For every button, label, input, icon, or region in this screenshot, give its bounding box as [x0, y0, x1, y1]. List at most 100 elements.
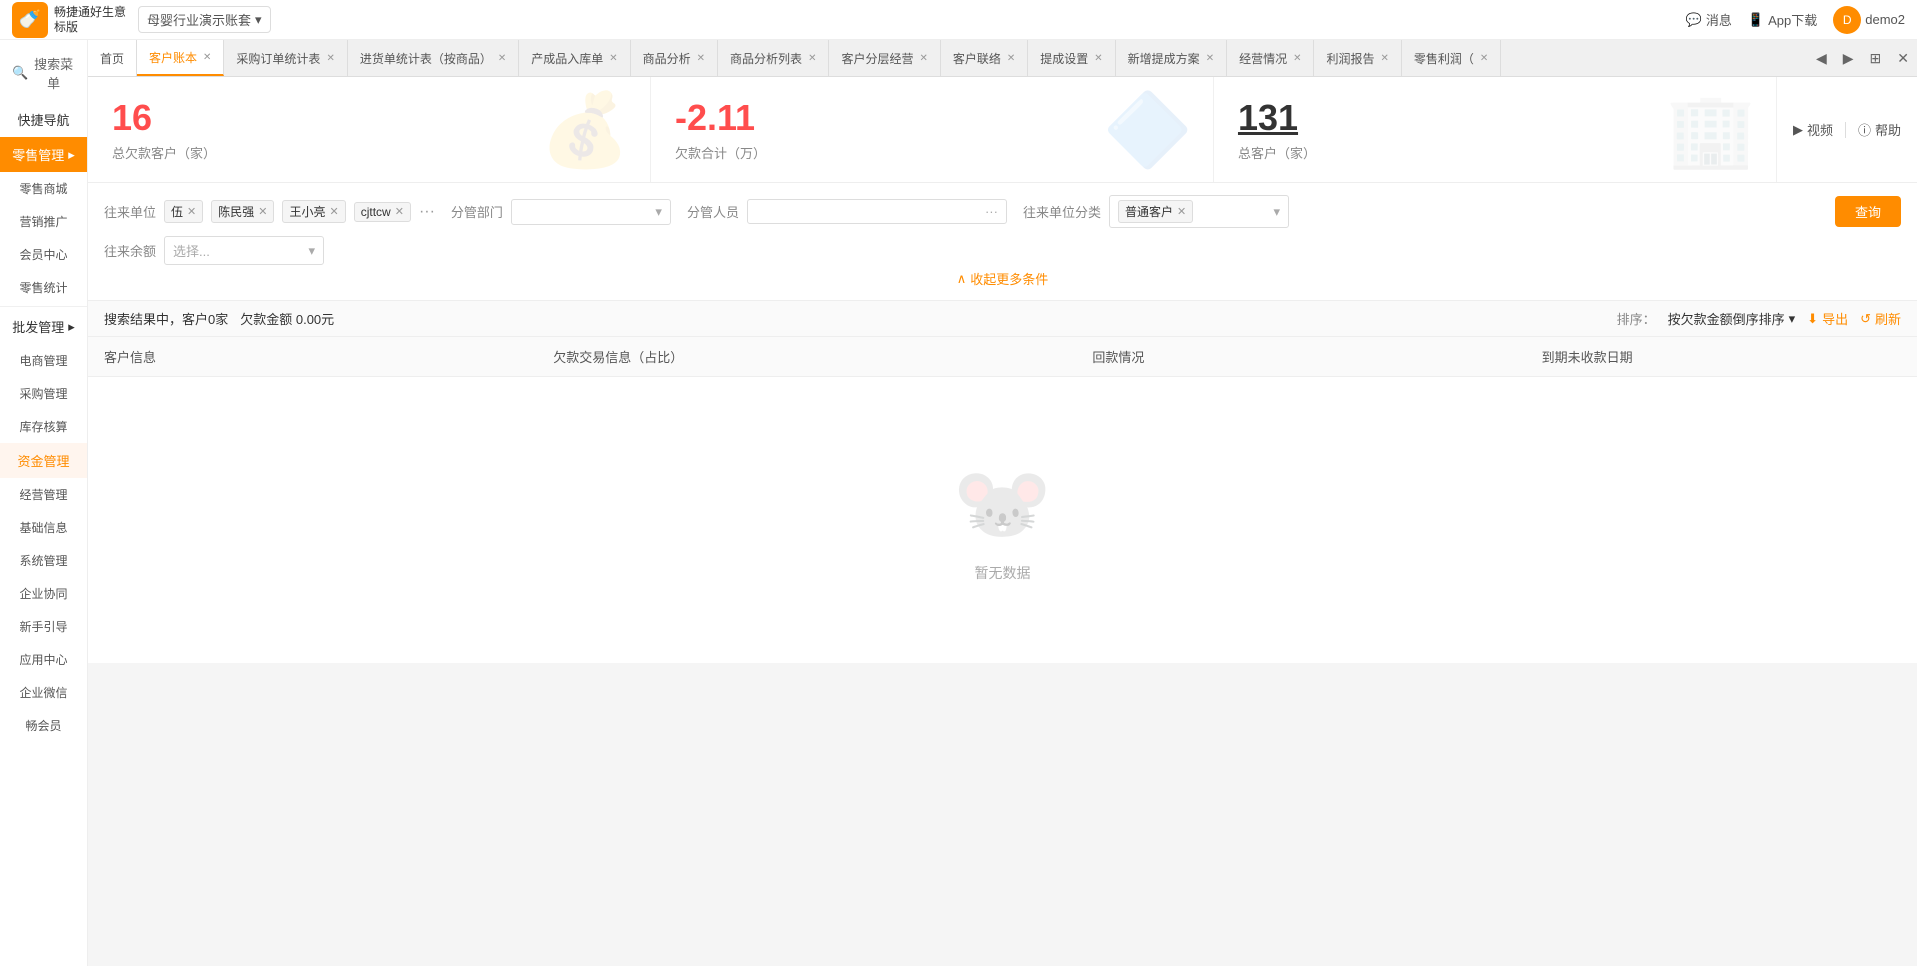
tab-purchase-order-close[interactable]: ✕: [326, 53, 334, 64]
filter-row-1: 往来单位 伍 ✕ 陈民强 ✕ 王小亮 ✕ cjttcw: [104, 195, 1901, 228]
sidebar-item-inventory[interactable]: 库存核算: [0, 410, 87, 443]
sidebar-item-system-mgmt[interactable]: 系统管理: [0, 544, 87, 577]
logo-line1: 畅捷通好生意: [54, 5, 126, 19]
tab-customer-segment[interactable]: 客户分层经营 ✕: [829, 40, 940, 76]
tab-expand-btn[interactable]: ⊞: [1862, 46, 1890, 71]
sidebar-item-marketing-label: 营销推广: [19, 215, 67, 229]
filter-balance-placeholder: 选择...: [173, 241, 210, 260]
tab-product-analysis-close[interactable]: ✕: [697, 53, 705, 64]
filter-unit-label: 往来单位: [104, 202, 156, 221]
tab-retail-profit-close[interactable]: ✕: [1480, 53, 1488, 64]
user-menu[interactable]: D demo2: [1833, 6, 1905, 34]
sidebar-item-new-guide[interactable]: 新手引导: [0, 610, 87, 643]
tab-home[interactable]: 首页: [88, 40, 137, 76]
filter-dept-dropdown[interactable]: ▾: [511, 199, 671, 225]
tab-customer-contact[interactable]: 客户联络 ✕: [941, 40, 1028, 76]
sidebar-item-basic-info-label: 基础信息: [19, 521, 67, 535]
sidebar-item-retail-mgmt[interactable]: 零售管理 ▸: [0, 137, 87, 172]
sidebar-item-retail-mall[interactable]: 零售商城: [0, 172, 87, 205]
filter-person-dropdown[interactable]: ···: [747, 199, 1007, 224]
sidebar-item-wholesale[interactable]: 批发管理 ▸: [0, 309, 87, 344]
tab-inbound-stats[interactable]: 进货单统计表（按商品） ✕: [348, 40, 519, 76]
filter-tag-unit1-close[interactable]: ✕: [187, 205, 196, 218]
tab-retail-profit[interactable]: 零售利润（ ✕: [1402, 40, 1501, 76]
tab-controls: ◀ ▶ ⊞ ✕: [1808, 46, 1917, 71]
tab-product-analysis-list[interactable]: 商品分析列表 ✕: [718, 40, 829, 76]
chevron-right-icon2: ▸: [68, 319, 75, 335]
search-menu-btn[interactable]: 🔍 搜索菜单: [8, 50, 79, 96]
filter-tag-unit1-text: 伍: [171, 203, 183, 220]
filter-person-more[interactable]: ···: [985, 204, 998, 219]
tab-customer-segment-close[interactable]: ✕: [919, 53, 927, 64]
query-btn[interactable]: 查询: [1835, 196, 1901, 227]
app-download-btn[interactable]: 📱 App下载: [1748, 10, 1817, 29]
tab-operations-situation-close[interactable]: ✕: [1293, 53, 1301, 64]
stat-value-debt: -2.11: [675, 97, 755, 139]
tab-product-analysis-list-close[interactable]: ✕: [808, 53, 816, 64]
chevron-down-icon-sort: ▾: [1789, 311, 1796, 327]
collapse-btn[interactable]: ∧ 收起更多条件: [104, 269, 1901, 288]
tab-inbound-stats-close[interactable]: ✕: [498, 53, 506, 64]
filter-tag-unit2-close[interactable]: ✕: [258, 205, 267, 218]
user-name: demo2: [1865, 12, 1905, 27]
filter-tag-unit2: 陈民强 ✕: [211, 200, 274, 223]
filter-category-dropdown[interactable]: 普通客户 ✕ ▾: [1109, 195, 1289, 228]
sidebar-item-ecommerce[interactable]: 电商管理: [0, 344, 87, 377]
help-btn[interactable]: ⓘ 帮助: [1858, 120, 1901, 139]
message-btn[interactable]: 💬 消息: [1686, 10, 1732, 29]
tab-customer-account[interactable]: 客户账本 ✕: [137, 40, 224, 76]
sidebar-search[interactable]: 🔍 搜索菜单: [0, 40, 87, 102]
tab-add-achievement-close[interactable]: ✕: [1206, 53, 1214, 64]
tab-close-all-btn[interactable]: ✕: [1889, 46, 1917, 71]
sort-select[interactable]: 按欠款金额倒序排序 ▾: [1668, 309, 1796, 328]
sidebar-item-enterprise-coop[interactable]: 企业协同: [0, 577, 87, 610]
tab-product-inbound-label: 产成品入库单: [531, 50, 603, 67]
tab-purchase-order[interactable]: 采购订单统计表 ✕: [224, 40, 347, 76]
filter-balance-dropdown[interactable]: 选择... ▾: [164, 236, 324, 265]
tab-profit-report[interactable]: 利润报告 ✕: [1314, 40, 1401, 76]
tab-operations-situation[interactable]: 经营情况 ✕: [1227, 40, 1314, 76]
stat-icon-building: 🏢: [1666, 87, 1756, 172]
filter-balance-label: 往来余额: [104, 241, 156, 260]
tab-product-inbound[interactable]: 产成品入库单 ✕: [519, 40, 630, 76]
tab-customer-account-close[interactable]: ✕: [203, 52, 211, 63]
account-selector[interactable]: 母婴行业演示账套 ▾: [138, 6, 271, 33]
sidebar-item-quick-nav[interactable]: 快捷导航: [0, 102, 87, 137]
sidebar-item-purchase[interactable]: 采购管理: [0, 377, 87, 410]
sidebar-item-retail-stats[interactable]: 零售统计: [0, 271, 87, 304]
tab-profit-report-close[interactable]: ✕: [1381, 53, 1389, 64]
tab-product-analysis[interactable]: 商品分析 ✕: [631, 40, 718, 76]
filter-tag-unit2-text: 陈民强: [218, 203, 254, 220]
tab-add-achievement[interactable]: 新增提成方案 ✕: [1116, 40, 1227, 76]
tab-remind-settings[interactable]: 提成设置 ✕: [1028, 40, 1115, 76]
sidebar-item-enterprise-wechat[interactable]: 企业微信: [0, 676, 87, 709]
filter-tag-unit4-close[interactable]: ✕: [395, 205, 404, 218]
sidebar-item-marketing[interactable]: 营销推广: [0, 205, 87, 238]
filter-category-tag-close[interactable]: ✕: [1177, 205, 1186, 218]
chevron-up-icon: ∧: [957, 271, 967, 287]
filter-more-units[interactable]: ···: [419, 203, 435, 221]
filter-tag-unit3-close[interactable]: ✕: [330, 205, 339, 218]
tab-product-inbound-close[interactable]: ✕: [609, 53, 617, 64]
results-actions: 排序： 按欠款金额倒序排序 ▾ ⬇ 导出 ↺ 刷新: [1617, 309, 1901, 328]
tab-customer-contact-close[interactable]: ✕: [1007, 53, 1015, 64]
video-btn[interactable]: ▶ 视频: [1793, 120, 1833, 139]
chevron-down-icon: ▾: [255, 12, 262, 28]
tab-remind-settings-close[interactable]: ✕: [1094, 53, 1102, 64]
sidebar-item-vip-member[interactable]: 畅会员: [0, 709, 87, 742]
sidebar-item-retail-mall-label: 零售商城: [19, 182, 67, 196]
export-btn[interactable]: ⬇ 导出: [1807, 309, 1848, 328]
sidebar-item-finance[interactable]: 资金管理: [0, 443, 87, 478]
sidebar-item-member-center[interactable]: 会员中心: [0, 238, 87, 271]
logo-symbol: 🍼: [19, 9, 41, 30]
filter-tag-unit3: 王小亮 ✕: [282, 200, 345, 223]
sidebar-item-app-center[interactable]: 应用中心: [0, 643, 87, 676]
export-icon: ⬇: [1807, 311, 1818, 327]
sidebar-item-basic-info[interactable]: 基础信息: [0, 511, 87, 544]
play-icon: ▶: [1793, 122, 1803, 138]
tab-prev-btn[interactable]: ◀: [1808, 46, 1835, 71]
refresh-btn[interactable]: ↺ 刷新: [1860, 309, 1901, 328]
tab-next-btn[interactable]: ▶: [1835, 46, 1862, 71]
sidebar-item-operations[interactable]: 经营管理: [0, 478, 87, 511]
tab-customer-segment-label: 客户分层经营: [841, 50, 913, 67]
